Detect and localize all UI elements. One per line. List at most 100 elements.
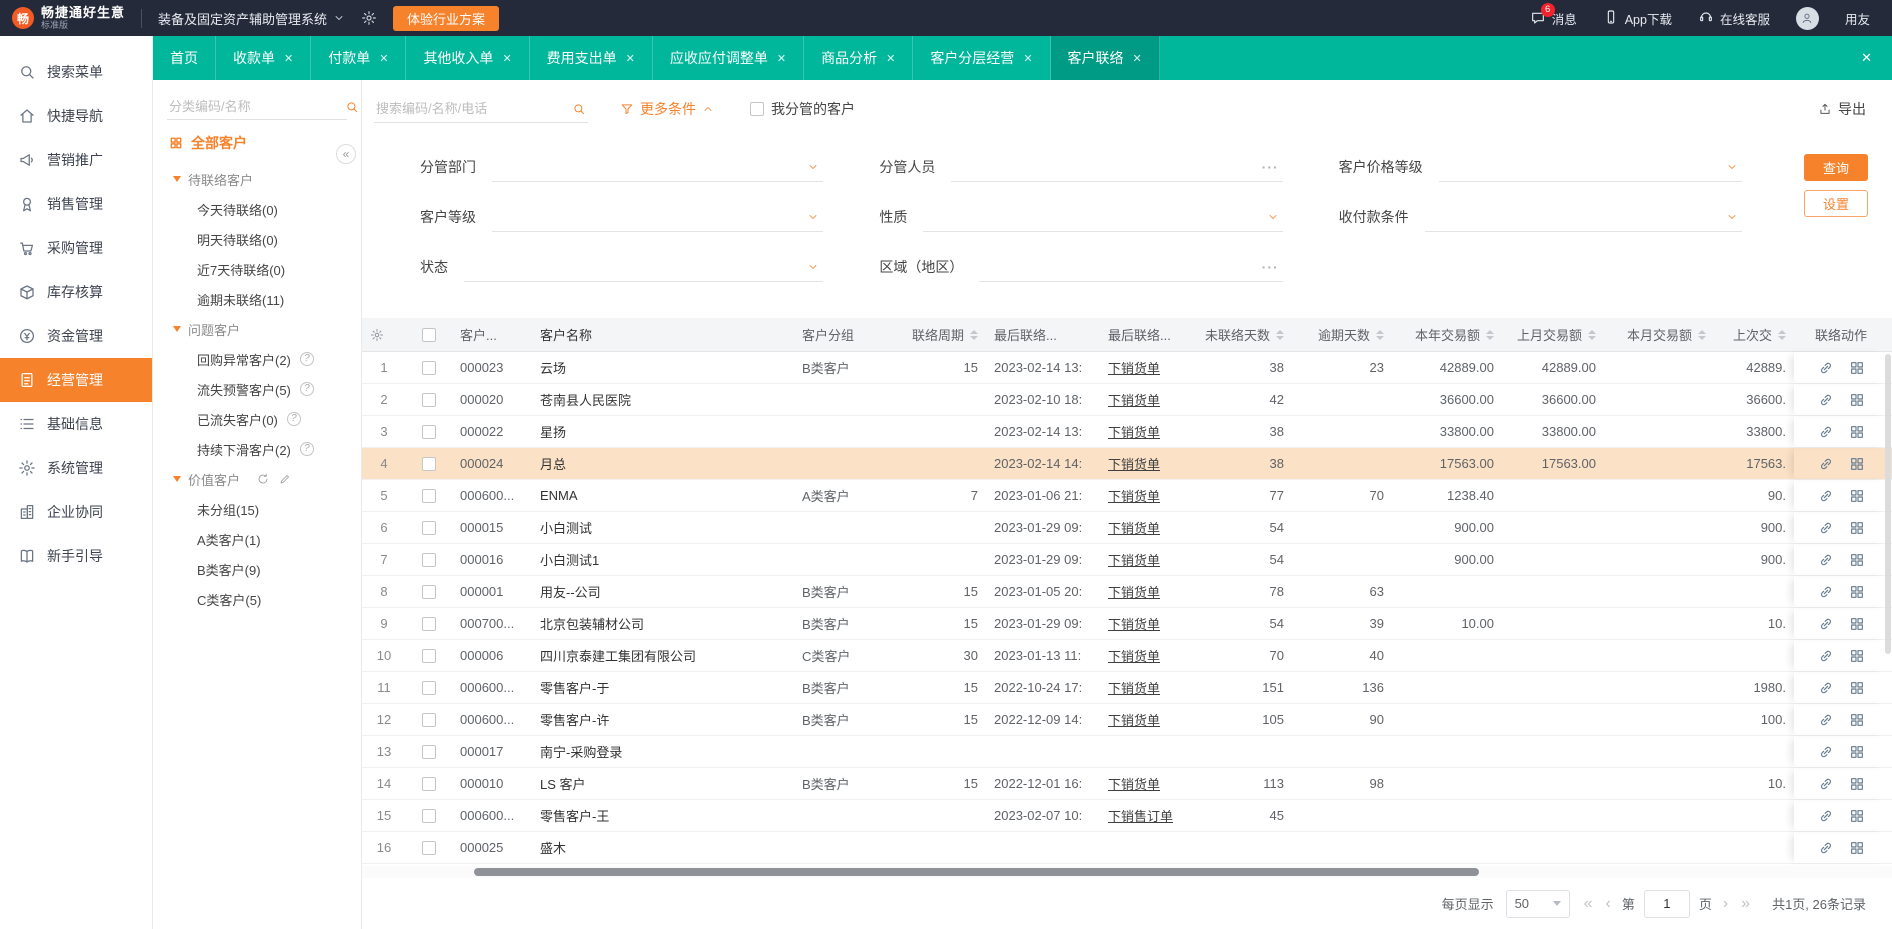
row-checkbox[interactable]: [422, 520, 436, 535]
query-button[interactable]: 查询: [1804, 154, 1868, 181]
price-level-select[interactable]: [1438, 152, 1742, 182]
more-actions-icon[interactable]: [1849, 776, 1865, 792]
region-picker[interactable]: [979, 252, 1283, 282]
sidebar-item-system[interactable]: 系统管理: [0, 446, 152, 490]
tab[interactable]: 客户联络: [1050, 36, 1160, 80]
sidebar-item-funds[interactable]: 资金管理: [0, 314, 152, 358]
last-action-link[interactable]: 下销货单: [1108, 361, 1160, 376]
contact-link-icon[interactable]: [1818, 552, 1834, 568]
table-row[interactable]: 5 000600... ENMA A类客户 7 2023-01-06 21: 下…: [362, 480, 1892, 512]
row-checkbox[interactable]: [422, 680, 436, 695]
customer-level-select[interactable]: [492, 202, 824, 232]
edit-icon[interactable]: [279, 473, 291, 485]
last-page-button[interactable]: [1739, 896, 1752, 912]
vertical-scrollbar[interactable]: [1885, 354, 1891, 654]
help-icon[interactable]: [299, 442, 314, 456]
customer-search-input[interactable]: [376, 101, 572, 116]
search-icon[interactable]: [572, 102, 586, 116]
tab[interactable]: 商品分析: [804, 36, 914, 80]
col-month-amount[interactable]: 本月交易额: [1604, 325, 1714, 344]
tab[interactable]: 客户分层经营: [913, 36, 1051, 80]
row-checkbox[interactable]: [422, 360, 436, 375]
search-icon[interactable]: [345, 100, 359, 114]
col-customer-group[interactable]: 客户分组: [794, 325, 896, 344]
contact-link-icon[interactable]: [1818, 712, 1834, 728]
sidebar-item-search-menu[interactable]: 搜索菜单: [0, 50, 152, 94]
sidebar-item-collaboration[interactable]: 企业协同: [0, 490, 152, 534]
last-action-link[interactable]: 下销货单: [1108, 457, 1160, 472]
my-customers-checkbox[interactable]: [750, 102, 764, 116]
export-button[interactable]: 导出: [1818, 99, 1866, 119]
next-page-button[interactable]: [1721, 896, 1730, 912]
prev-page-button[interactable]: [1603, 896, 1612, 912]
help-icon[interactable]: [299, 352, 314, 366]
table-row[interactable]: 6 000015 小白测试 2023-01-29 09: 下销货单 54 900…: [362, 512, 1892, 544]
settings-button[interactable]: 设置: [1804, 190, 1868, 217]
my-customers-filter[interactable]: 我分管的客户: [750, 99, 855, 119]
col-last-contact-time[interactable]: 最后联络...: [986, 325, 1100, 344]
username[interactable]: 用友: [1845, 9, 1870, 28]
sort-icon[interactable]: [1588, 329, 1596, 340]
tree-item[interactable]: 未分组(15): [153, 494, 361, 524]
row-checkbox[interactable]: [422, 552, 436, 567]
table-row[interactable]: 11 000600... 零售客户-于 B类客户 15 2022-10-24 1…: [362, 672, 1892, 704]
col-last-trade[interactable]: 上次交: [1714, 325, 1794, 344]
avatar[interactable]: [1795, 6, 1819, 30]
sort-icon[interactable]: [1486, 329, 1494, 340]
more-actions-icon[interactable]: [1849, 360, 1865, 376]
more-actions-icon[interactable]: [1849, 424, 1865, 440]
row-checkbox[interactable]: [422, 712, 436, 727]
table-row[interactable]: 15 000600... 零售客户-王 2023-02-07 10: 下销售订单…: [362, 800, 1892, 832]
row-checkbox[interactable]: [422, 392, 436, 407]
sidebar-item-business-management[interactable]: 经营管理: [0, 358, 152, 402]
contact-link-icon[interactable]: [1818, 456, 1834, 472]
sidebar-item-purchasing[interactable]: 采购管理: [0, 226, 152, 270]
row-checkbox[interactable]: [422, 776, 436, 791]
sidebar-item-inventory[interactable]: 库存核算: [0, 270, 152, 314]
help-icon[interactable]: [286, 412, 301, 426]
more-actions-icon[interactable]: [1849, 488, 1865, 504]
sort-icon[interactable]: [1698, 329, 1706, 340]
tree-item[interactable]: C类客户(5): [153, 584, 361, 614]
table-row[interactable]: 3 000022 星扬 2023-02-14 13: 下销货单 38 33800…: [362, 416, 1892, 448]
col-customer-name[interactable]: 客户名称: [532, 325, 794, 344]
last-action-link[interactable]: 下销货单: [1108, 585, 1160, 600]
settings-gear-icon[interactable]: [361, 10, 377, 26]
help-icon[interactable]: [299, 382, 314, 396]
tab[interactable]: 付款单: [311, 36, 407, 80]
tab-close-icon[interactable]: [626, 52, 635, 65]
sidebar-item-quick-nav[interactable]: 快捷导航: [0, 94, 152, 138]
tree-item[interactable]: 持续下滑客户(2): [153, 434, 361, 464]
select-all-checkbox[interactable]: [422, 327, 436, 342]
table-row[interactable]: 7 000016 小白测试1 2023-01-29 09: 下销货单 54 90…: [362, 544, 1892, 576]
contact-link-icon[interactable]: [1818, 648, 1834, 664]
gear-icon[interactable]: [370, 328, 384, 342]
contact-link-icon[interactable]: [1818, 584, 1834, 600]
status-select[interactable]: [464, 252, 824, 282]
collapse-panel-button[interactable]: [336, 144, 356, 164]
col-last-contact-action[interactable]: 最后联络...: [1100, 325, 1204, 344]
col-last-month-amount[interactable]: 上月交易额: [1502, 325, 1604, 344]
last-action-link[interactable]: 下销售订单: [1108, 809, 1173, 824]
last-action-link[interactable]: 下销货单: [1108, 681, 1160, 696]
tab-close-icon[interactable]: [886, 52, 895, 65]
sidebar-item-marketing[interactable]: 营销推广: [0, 138, 152, 182]
sort-icon[interactable]: [1778, 329, 1786, 340]
contact-link-icon[interactable]: [1818, 680, 1834, 696]
last-action-link[interactable]: 下销货单: [1108, 617, 1160, 632]
last-action-link[interactable]: 下销货单: [1108, 713, 1160, 728]
more-actions-icon[interactable]: [1849, 744, 1865, 760]
tab-close-icon[interactable]: [284, 52, 293, 65]
row-checkbox[interactable]: [422, 808, 436, 823]
all-customers-item[interactable]: 全部客户: [153, 126, 361, 160]
more-actions-icon[interactable]: [1849, 520, 1865, 536]
tree-item[interactable]: 问题客户: [153, 314, 361, 344]
sidebar-item-sales[interactable]: 销售管理: [0, 182, 152, 226]
more-actions-icon[interactable]: [1849, 808, 1865, 824]
row-checkbox[interactable]: [422, 616, 436, 631]
horizontal-scrollbar[interactable]: [474, 868, 1479, 876]
category-search-input[interactable]: [169, 99, 345, 114]
table-row[interactable]: 9 000700... 北京包装辅材公司 B类客户 15 2023-01-29 …: [362, 608, 1892, 640]
tab[interactable]: 其他收入单: [406, 36, 530, 80]
sidebar-item-guide[interactable]: 新手引导: [0, 534, 152, 578]
